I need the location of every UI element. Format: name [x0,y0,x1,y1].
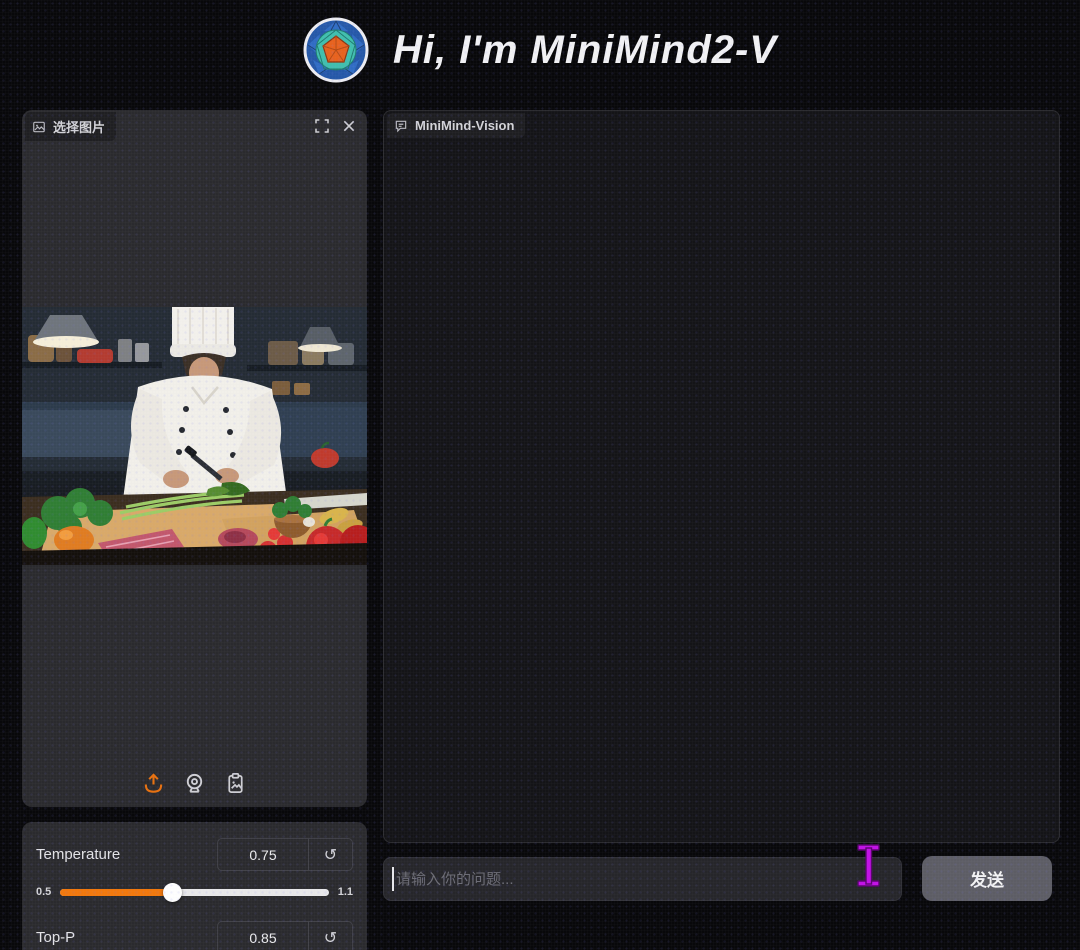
image-panel-label: 选择图片 [25,112,117,141]
temperature-slider-handle[interactable] [163,882,183,902]
top-p-value-input[interactable]: 0.85 [218,922,308,950]
question-input[interactable] [383,857,902,901]
close-icon [343,120,355,132]
reset-icon: ↺ [323,929,338,947]
temperature-value-input[interactable]: 0.75 [218,839,308,870]
webcam-icon [186,773,203,793]
reset-icon: ↺ [323,846,338,864]
temperature-label: Temperature [36,846,121,863]
temperature-slider-fill [60,888,173,896]
top-p-row: Top-P 0.85 ↺ [36,921,353,950]
page-title: Hi, I'm MiniMind2-V [392,27,778,72]
chatbot-panel: MiniMind-Vision [383,110,1060,843]
fullscreen-button[interactable] [313,117,331,135]
send-button[interactable]: 发送 [922,856,1052,901]
clear-image-button[interactable] [340,117,358,135]
chat-bubble-icon [395,120,407,132]
chatbot-label-text: MiniMind-Vision [415,118,515,133]
temperature-max-label: 1.1 [337,886,353,898]
image-panel-actions [313,117,358,135]
top-p-reset-button[interactable]: ↺ [308,922,352,950]
temperature-min-label: 0.5 [36,886,52,898]
upload-button[interactable] [142,772,166,796]
selected-image[interactable] [22,307,367,565]
minimind-logo-icon [303,17,369,83]
temperature-value-group: 0.75 ↺ [217,838,353,871]
image-source-toolbar [22,772,367,796]
image-icon [33,121,45,132]
image-panel-label-text: 选择图片 [53,120,106,135]
fullscreen-icon [315,119,329,133]
image-upload-panel: 选择图片 [22,110,367,807]
temperature-slider[interactable] [60,882,329,902]
generation-settings-panel: Temperature 0.75 ↺ 0.5 1.1 Top-P 0.85 ↺ [22,822,367,950]
text-caret [392,867,394,891]
top-p-label: Top-P [36,929,76,946]
upload-icon [144,773,163,793]
temperature-row: Temperature 0.75 ↺ [36,838,353,871]
top-p-value-group: 0.85 ↺ [217,921,353,950]
paste-image-button[interactable] [224,772,248,796]
webcam-button[interactable] [183,772,207,796]
app-root: Hi, I'm MiniMind2-V 选择图片 Temperature 0.7… [0,0,1080,950]
temperature-reset-button[interactable]: ↺ [308,839,352,870]
temperature-slider-row: 0.5 1.1 [36,882,353,902]
header: Hi, I'm MiniMind2-V [0,0,1080,100]
chatbot-label: MiniMind-Vision [387,113,526,138]
chef-photo-illustration [22,307,367,565]
clipboard-image-icon [228,773,243,793]
